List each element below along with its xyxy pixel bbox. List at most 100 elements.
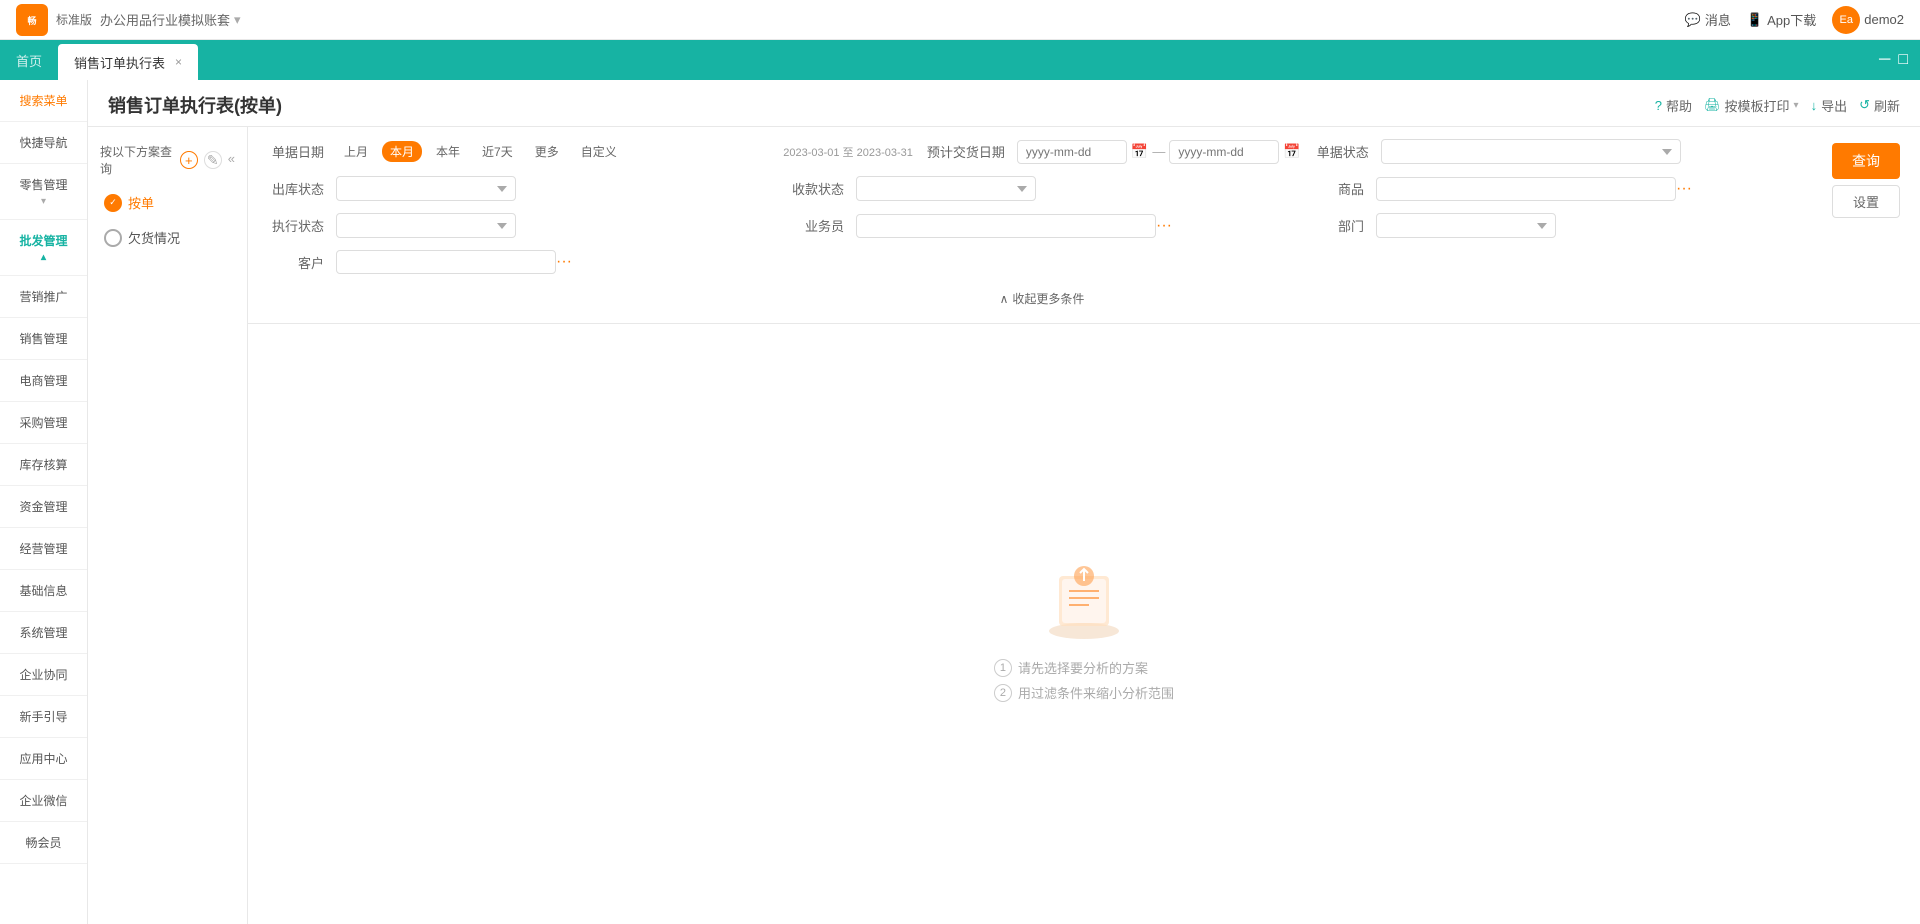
order-status-select[interactable]	[1381, 139, 1681, 164]
collapse-chevron-icon: ∧	[1000, 292, 1009, 306]
tab-home[interactable]: 首页	[0, 40, 58, 80]
goods-label: 商品	[1308, 179, 1364, 198]
sidebar-item-purchase-mgmt[interactable]: 采购管理	[0, 402, 87, 444]
sidebar-item-system-mgmt[interactable]: 系统管理	[0, 612, 87, 654]
date-btn-this-month[interactable]: 本月	[382, 141, 422, 162]
sidebar-item-base-info[interactable]: 基础信息	[0, 570, 87, 612]
payment-status-label: 收款状态	[788, 179, 844, 198]
add-plan-icon[interactable]: +	[180, 151, 198, 169]
search-button[interactable]: 查询	[1832, 143, 1900, 179]
sidebar-item-inventory-check[interactable]: 库存核算	[0, 444, 87, 486]
export-button[interactable]: ↓ 导出	[1811, 96, 1848, 115]
search-menu-label: 搜索菜单	[0, 92, 87, 109]
main-layout: 搜索菜单 快捷导航 零售管理 ▾ 批发管理 ▴ 营销推广 销售管理 电商管理 采…	[0, 80, 1920, 924]
empty-tip-2-text: 用过滤条件来缩小分析范围	[1018, 683, 1174, 702]
print-button[interactable]: 🖨 按模板打印 ▾	[1704, 96, 1799, 115]
operations-mgmt-label: 经营管理	[0, 540, 87, 557]
body-area: 按以下方案查询 + ✎ « ✓ 按单 欠货情况	[88, 127, 1920, 924]
sidebar-item-quick-nav[interactable]: 快捷导航	[0, 122, 87, 164]
filter-row-1: 单据日期 上月 本月 本年 近7天 更多 自定义	[268, 139, 1816, 164]
user-menu[interactable]: Ea demo2	[1832, 6, 1904, 34]
maximize-icon[interactable]: □	[1898, 51, 1908, 69]
tabbar-right-actions: ─ □	[1879, 51, 1920, 69]
page-header: 销售订单执行表(按单) ? 帮助 🖨 按模板打印 ▾ ↓ 导出 ↺ 刷新	[88, 80, 1920, 127]
execution-status-select[interactable]	[336, 213, 516, 238]
salesperson-input[interactable]	[856, 214, 1156, 238]
goods-input[interactable]	[1376, 177, 1676, 201]
app-download-label: App下载	[1767, 10, 1816, 29]
refresh-button[interactable]: ↺ 刷新	[1859, 96, 1900, 115]
order-status-label: 单据状态	[1313, 142, 1369, 161]
欠货情况-label: 欠货情况	[128, 228, 180, 247]
customer-input[interactable]	[336, 250, 556, 274]
department-select[interactable]	[1376, 213, 1556, 238]
expected-delivery-inputs: 📅 — 📅	[1017, 140, 1301, 164]
sidebar-item-marketing[interactable]: 营销推广	[0, 276, 87, 318]
customer-wrapper: ···	[336, 250, 616, 274]
collapse-panel-icon[interactable]: «	[228, 151, 235, 169]
filter-row-4: 客户 ···	[268, 250, 1816, 274]
delivery-status-wrapper	[336, 176, 776, 201]
finance-mgmt-label: 资金管理	[0, 498, 87, 515]
sidebar-item-app-center[interactable]: 应用中心	[0, 738, 87, 780]
left-panel-item-欠货情况[interactable]: 欠货情况	[88, 220, 247, 255]
date-btn-more[interactable]: 更多	[527, 141, 567, 162]
empty-state: 1 请先选择要分析的方案 2 用过滤条件来缩小分析范围	[248, 324, 1920, 924]
欠货情况-icon	[104, 229, 122, 247]
expected-delivery-end-input[interactable]	[1169, 140, 1279, 164]
left-panel-item-按单[interactable]: ✓ 按单	[88, 185, 247, 220]
minimize-icon[interactable]: ─	[1879, 51, 1890, 69]
logo-text: 标准版	[56, 11, 92, 28]
sidebar-item-search-menu[interactable]: 搜索菜单	[0, 80, 87, 122]
salesperson-more-icon[interactable]: ···	[1156, 217, 1172, 235]
ecommerce-mgmt-label: 电商管理	[0, 372, 87, 389]
breadcrumb-dropdown-icon[interactable]: ▾	[234, 12, 241, 28]
tab-sales-order-execution[interactable]: 销售订单执行表 ×	[58, 44, 198, 80]
sidebar-item-operations-mgmt[interactable]: 经营管理	[0, 528, 87, 570]
message-button[interactable]: 💬 消息	[1685, 10, 1731, 29]
date-btn-last-month[interactable]: 上月	[336, 141, 376, 162]
sidebar-item-finance-mgmt[interactable]: 资金管理	[0, 486, 87, 528]
filter-row-3: 执行状态 业务员 ···	[268, 213, 1816, 238]
refresh-icon: ↺	[1859, 97, 1870, 113]
tip-num-2: 2	[994, 684, 1012, 702]
date-btn-last-7-days[interactable]: 近7天	[474, 141, 521, 162]
sidebar-item-enterprise-wechat[interactable]: 企业微信	[0, 780, 87, 822]
settings-button[interactable]: 设置	[1832, 185, 1900, 218]
username-label: demo2	[1864, 12, 1904, 27]
customer-more-icon[interactable]: ···	[556, 253, 572, 271]
payment-status-select[interactable]	[856, 176, 1036, 201]
edit-plan-icon[interactable]: ✎	[204, 151, 222, 169]
purchase-mgmt-label: 采购管理	[0, 414, 87, 431]
topbar-left: 畅 标准版 办公用品行业模拟账套 ▾	[16, 4, 241, 36]
date-btn-this-year[interactable]: 本年	[428, 141, 468, 162]
sidebar-item-enterprise-collab[interactable]: 企业协同	[0, 654, 87, 696]
filter-container: 单据日期 上月 本月 本年 近7天 更多 自定义	[268, 139, 1900, 311]
breadcrumb-text: 办公用品行业模拟账套	[100, 10, 230, 29]
sidebar-item-ecommerce-mgmt[interactable]: 电商管理	[0, 360, 87, 402]
sidebar-item-wholesale-mgmt[interactable]: 批发管理 ▴	[0, 220, 87, 276]
sidebar-item-retail-mgmt[interactable]: 零售管理 ▾	[0, 164, 87, 220]
left-panel: 按以下方案查询 + ✎ « ✓ 按单 欠货情况	[88, 127, 248, 924]
tab-close-icon[interactable]: ×	[175, 55, 182, 69]
enterprise-collab-label: 企业协同	[0, 666, 87, 683]
help-button[interactable]: ? 帮助	[1655, 96, 1692, 115]
enterprise-wechat-label: 企业微信	[0, 792, 87, 809]
calendar-icon-1: 📅	[1131, 143, 1148, 160]
sidebar-item-membership[interactable]: 畅会员	[0, 822, 87, 864]
goods-more-icon[interactable]: ···	[1676, 180, 1692, 198]
goods-wrapper: ···	[1376, 177, 1816, 201]
sidebar-item-sales-mgmt[interactable]: 销售管理	[0, 318, 87, 360]
salesperson-label: 业务员	[788, 216, 844, 235]
expected-delivery-start-input[interactable]	[1017, 140, 1127, 164]
delivery-status-label: 出库状态	[268, 179, 324, 198]
date-btn-custom[interactable]: 自定义	[573, 141, 625, 162]
app-center-label: 应用中心	[0, 750, 87, 767]
sidebar-item-new-guide[interactable]: 新手引导	[0, 696, 87, 738]
app-download-button[interactable]: 📱 App下载	[1747, 10, 1816, 29]
collapse-button[interactable]: ∧ 收起更多条件	[268, 286, 1816, 311]
delivery-status-select[interactable]	[336, 176, 516, 201]
customer-label: 客户	[268, 253, 324, 272]
filter-main: 单据日期 上月 本月 本年 近7天 更多 自定义	[268, 139, 1816, 311]
content-area: 销售订单执行表(按单) ? 帮助 🖨 按模板打印 ▾ ↓ 导出 ↺ 刷新	[88, 80, 1920, 924]
